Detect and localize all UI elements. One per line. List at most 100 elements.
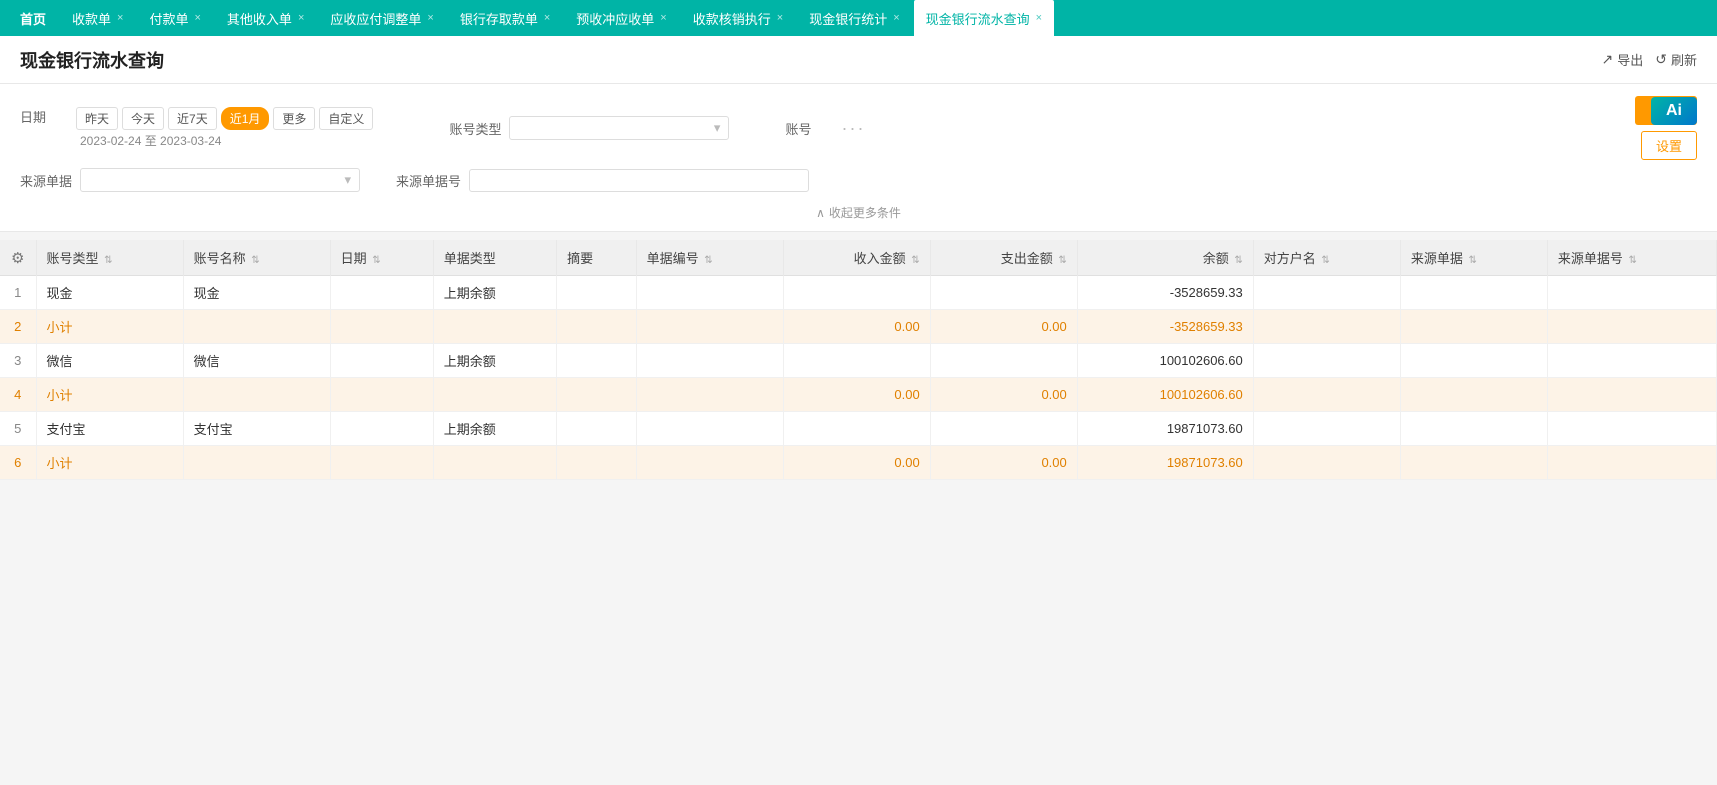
nav-tab-2[interactable]: 其他收入单 ×	[215, 0, 316, 36]
cell-date	[330, 310, 433, 344]
table-row[interactable]: 1 现金 现金 上期余额 -3528659.33	[0, 276, 1717, 310]
top-nav: 首页 收款单 × 付款单 × 其他收入单 × 应收应付调整单 × 银行存取款单 …	[0, 0, 1717, 36]
th-doc-type: 单据类型	[433, 240, 556, 276]
table-row[interactable]: 2 小计 0.00 0.00 -3528659.33	[0, 310, 1717, 344]
cell-account-type: 小计	[36, 446, 183, 480]
th-source-doc[interactable]: 来源单据 ⇅	[1400, 240, 1547, 276]
cell-row-num: 6	[0, 446, 36, 480]
th-income[interactable]: 收入金额 ⇅	[783, 240, 930, 276]
cell-source-doc-no	[1547, 276, 1716, 310]
settings-gear-icon[interactable]: ⚙	[11, 250, 24, 267]
account-type-select[interactable]: ▾	[509, 116, 729, 140]
cell-doc-type: 上期余额	[433, 412, 556, 446]
date-btn-custom[interactable]: 自定义	[319, 107, 373, 130]
cell-doc-type: 上期余额	[433, 276, 556, 310]
cell-doc-no	[636, 446, 783, 480]
tab-close-5[interactable]: ×	[660, 12, 666, 24]
cell-doc-no	[636, 378, 783, 412]
table-row[interactable]: 3 微信 微信 上期余额 100102606.60	[0, 344, 1717, 378]
nav-tab-1[interactable]: 付款单 ×	[137, 0, 212, 36]
account-type-label: 账号类型	[449, 119, 501, 138]
tab-close-8[interactable]: ×	[1036, 12, 1042, 24]
tab-close-1[interactable]: ×	[194, 12, 200, 24]
nav-tab-8[interactable]: 现金银行流水查询 ×	[914, 0, 1054, 36]
table-row[interactable]: 6 小计 0.00 0.00 19871073.60	[0, 446, 1717, 480]
source-doc-no-input[interactable]	[469, 169, 809, 192]
cell-summary	[557, 378, 636, 412]
cell-source-doc	[1400, 412, 1547, 446]
nav-tab-5[interactable]: 预收冲应收单 ×	[564, 0, 678, 36]
cell-counterpart	[1253, 446, 1400, 480]
tab-close-2[interactable]: ×	[298, 12, 304, 24]
source-doc-select[interactable]: ▾	[80, 168, 360, 192]
table-container: ⚙ 账号类型 ⇅ 账号名称 ⇅ 日期 ⇅ 单据类型 摘要	[0, 240, 1717, 480]
th-source-doc-no[interactable]: 来源单据号 ⇅	[1547, 240, 1716, 276]
cell-doc-no	[636, 276, 783, 310]
collapse-bar[interactable]: ∧ 收起更多条件	[20, 200, 1697, 223]
refresh-label: 刷新	[1671, 50, 1697, 69]
cell-doc-type	[433, 310, 556, 344]
cell-counterpart	[1253, 276, 1400, 310]
cell-date	[330, 344, 433, 378]
export-button[interactable]: ↗ 导出	[1602, 50, 1644, 69]
cell-income: 0.00	[783, 446, 930, 480]
source-doc-filter: 来源单据 ▾	[20, 168, 360, 192]
nav-tab-6[interactable]: 收款核销执行 ×	[681, 0, 795, 36]
date-btn-today[interactable]: 今天	[122, 107, 164, 130]
settings-button[interactable]: 设置	[1641, 131, 1697, 160]
th-account-type[interactable]: 账号类型 ⇅	[36, 240, 183, 276]
th-doc-no[interactable]: 单据编号 ⇅	[636, 240, 783, 276]
nav-tab-7[interactable]: 现金银行统计 ×	[797, 0, 911, 36]
date-btn-yesterday[interactable]: 昨天	[76, 107, 118, 130]
cell-account-name: 微信	[183, 344, 330, 378]
table-body: 1 现金 现金 上期余额 -3528659.33 2 小计 0.00 0.00 …	[0, 276, 1717, 480]
nav-tab-4[interactable]: 银行存取款单 ×	[448, 0, 562, 36]
date-btn-1month[interactable]: 近1月	[221, 107, 270, 130]
nav-tab-0[interactable]: 收款单 ×	[60, 0, 135, 36]
collapse-up-icon: ∧	[816, 206, 825, 220]
date-btn-7days[interactable]: 近7天	[168, 107, 217, 130]
th-counterpart[interactable]: 对方户名 ⇅	[1253, 240, 1400, 276]
th-account-name[interactable]: 账号名称 ⇅	[183, 240, 330, 276]
table-row[interactable]: 5 支付宝 支付宝 上期余额 19871073.60	[0, 412, 1717, 446]
tab-close-6[interactable]: ×	[777, 12, 783, 24]
tab-close-3[interactable]: ×	[427, 12, 433, 24]
cell-income: 0.00	[783, 378, 930, 412]
tab-label-2: 其他收入单	[227, 9, 292, 28]
source-doc-no-label: 来源单据号	[396, 171, 461, 190]
cell-source-doc-no	[1547, 446, 1716, 480]
th-settings[interactable]: ⚙	[0, 240, 36, 276]
nav-home[interactable]: 首页	[8, 0, 58, 36]
cell-source-doc-no	[1547, 344, 1716, 378]
cell-counterpart	[1253, 378, 1400, 412]
tab-close-7[interactable]: ×	[893, 12, 899, 24]
cell-account-name: 现金	[183, 276, 330, 310]
cell-source-doc	[1400, 378, 1547, 412]
account-dots[interactable]: ···	[841, 118, 865, 139]
cell-row-num: 5	[0, 412, 36, 446]
source-doc-label: 来源单据	[20, 171, 72, 190]
ai-badge[interactable]: Ai	[1651, 97, 1697, 125]
cell-source-doc	[1400, 276, 1547, 310]
cell-summary	[557, 446, 636, 480]
cell-doc-type	[433, 446, 556, 480]
cell-counterpart	[1253, 310, 1400, 344]
cell-counterpart	[1253, 412, 1400, 446]
table-row[interactable]: 4 小计 0.00 0.00 100102606.60	[0, 378, 1717, 412]
sort-icon-date: ⇅	[372, 255, 380, 266]
th-date[interactable]: 日期 ⇅	[330, 240, 433, 276]
tab-close-4[interactable]: ×	[544, 12, 550, 24]
cell-income	[783, 412, 930, 446]
source-doc-no-filter: 来源单据号	[396, 169, 809, 192]
th-expense[interactable]: 支出金额 ⇅	[930, 240, 1077, 276]
tab-label-1: 付款单	[149, 9, 188, 28]
date-btn-more[interactable]: 更多	[273, 107, 315, 130]
cell-date	[330, 446, 433, 480]
tab-close-0[interactable]: ×	[117, 12, 123, 24]
cell-account-type: 微信	[36, 344, 183, 378]
page-header: 现金银行流水查询 ↗ 导出 ↺ 刷新	[0, 36, 1717, 84]
nav-tab-3[interactable]: 应收应付调整单 ×	[318, 0, 445, 36]
refresh-button[interactable]: ↺ 刷新	[1655, 50, 1697, 69]
th-balance[interactable]: 余额 ⇅	[1077, 240, 1253, 276]
sort-icon-source-doc-no: ⇅	[1629, 255, 1637, 266]
